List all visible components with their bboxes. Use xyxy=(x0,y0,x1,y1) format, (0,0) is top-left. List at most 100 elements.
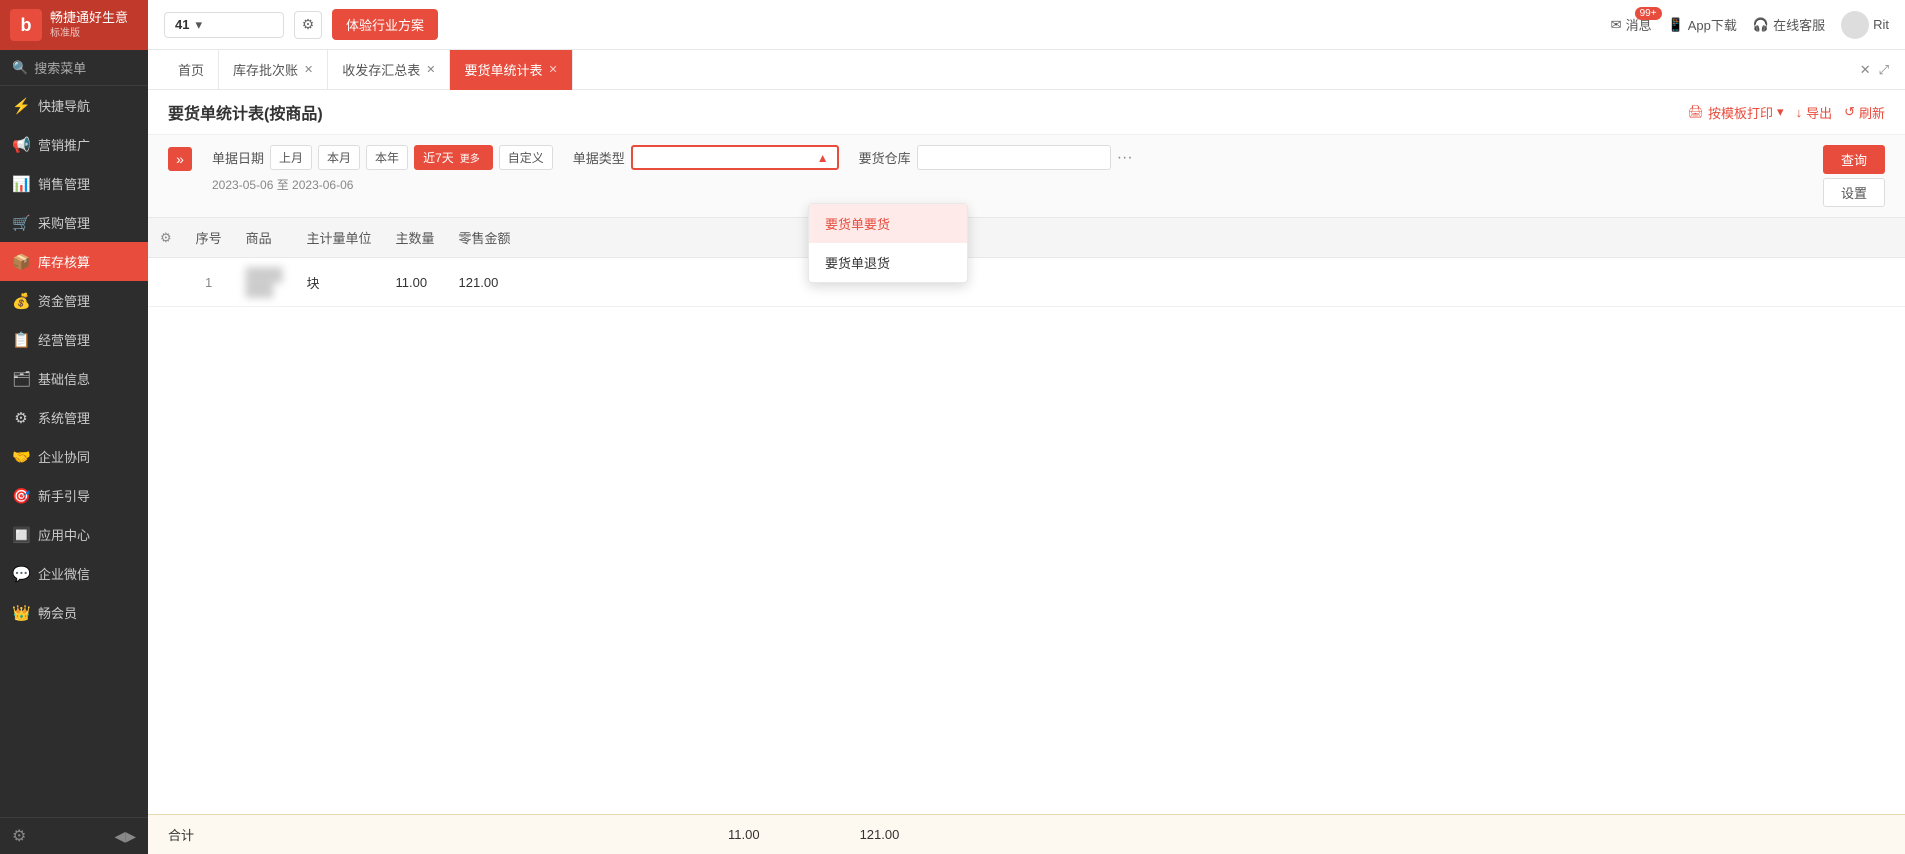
dropdown-item-order-return[interactable]: 要货单退货 xyxy=(809,243,967,282)
tab-bar: 首页 库存批次账 ✕ 收发存汇总表 ✕ 要货单统计表 ✕ ✕ ⤢ xyxy=(148,50,1905,90)
tab-batch-account[interactable]: 库存批次账 ✕ xyxy=(219,50,328,90)
tab-expand-icon[interactable]: ⤢ xyxy=(1879,62,1889,78)
cell-unit: 块 xyxy=(295,258,384,307)
search-icon: 🔍 xyxy=(12,60,28,76)
cell-quantity: 11.00 xyxy=(384,258,447,307)
nav-icon-purchase: 🛒 xyxy=(12,214,30,232)
col-seq-header: 序号 xyxy=(184,218,234,258)
header-right: ✉ 消息 99+ 📱 App下载 🎧 在线客服 Rit xyxy=(1611,11,1889,39)
col-settings-header[interactable]: ⚙ xyxy=(148,218,184,258)
nav-icon-enterprise-wechat: 💬 xyxy=(12,565,30,583)
refresh-icon: ↺ xyxy=(1844,104,1855,120)
warehouse-filter-group: 要货仓库 ··· xyxy=(859,145,1133,170)
sidebar-item-operation[interactable]: 📋经营管理 xyxy=(0,320,148,359)
type-filter-arrow-icon[interactable]: ▲ xyxy=(817,151,829,165)
type-filter-input[interactable]: ▲ xyxy=(631,145,839,170)
query-button[interactable]: 查询 xyxy=(1823,145,1885,174)
date-recent-7-button[interactable]: 近7天 更多 xyxy=(414,145,493,170)
user-avatar xyxy=(1841,11,1869,39)
sidebar-item-enterprise-wechat[interactable]: 💬企业微信 xyxy=(0,554,148,593)
warehouse-filter-input[interactable] xyxy=(917,145,1111,170)
tab-close-receivable[interactable]: ✕ xyxy=(426,63,435,76)
page-header: 要货单统计表(按商品) 🖨 按模板打印 ▾ ↓ 导出 ↺ 刷新 xyxy=(148,90,1905,135)
header-gear-button[interactable]: ⚙ xyxy=(294,11,322,39)
main-content: 41 ▾ ⚙ 体验行业方案 ✉ 消息 99+ 📱 App下载 🎧 在线客服 R xyxy=(148,0,1905,854)
date-this-year-button[interactable]: 本年 xyxy=(366,145,408,170)
sidebar-footer: ⚙ ◀▶ xyxy=(0,817,148,854)
cell-seq: 1 xyxy=(184,258,234,307)
sidebar-item-app-center[interactable]: 🔲应用中心 xyxy=(0,515,148,554)
nav-icon-app-center: 🔲 xyxy=(12,526,30,544)
trial-button[interactable]: 体验行业方案 xyxy=(332,9,438,40)
print-button[interactable]: 🖨 按模板打印 ▾ xyxy=(1688,103,1784,122)
col-quantity-header: 主数量 xyxy=(384,218,447,258)
collapse-icon[interactable]: ◀▶ xyxy=(114,828,136,845)
export-icon: ↓ xyxy=(1796,105,1803,120)
export-button[interactable]: ↓ 导出 xyxy=(1796,103,1833,122)
nav-icon-quick-nav: ⚡ xyxy=(12,97,30,115)
sidebar-item-purchase[interactable]: 🛒采购管理 xyxy=(0,203,148,242)
date-last-month-button[interactable]: 上月 xyxy=(270,145,312,170)
refresh-button[interactable]: ↺ 刷新 xyxy=(1844,103,1885,122)
filter-actions: 查询 设置 xyxy=(1823,145,1885,207)
date-filter-group: 单据日期 上月 本月 本年 近7天 更多 自定义 2023-05-06 至 20… xyxy=(212,145,553,193)
search-menu[interactable]: 🔍 搜索菜单 xyxy=(0,50,148,86)
brand-text: 畅捷通好生意 标准版 xyxy=(50,10,128,40)
messages-button[interactable]: ✉ 消息 99+ xyxy=(1611,15,1652,34)
table-row: 1 ████ ███ 块 11.00 121.00 xyxy=(148,258,1905,307)
nav-icon-operation: 📋 xyxy=(12,331,30,349)
online-service-button[interactable]: 🎧 在线客服 xyxy=(1753,15,1825,34)
print-icon: 🖨 xyxy=(1688,104,1705,120)
nav-icon-basic: 🗂 xyxy=(12,370,30,388)
nav-icon-enterprise: 🤝 xyxy=(12,448,30,466)
page-title: 要货单统计表(按商品) xyxy=(168,100,323,124)
nav-icon-finance: 💰 xyxy=(12,292,30,310)
date-this-month-button[interactable]: 本月 xyxy=(318,145,360,170)
table-footer: 合计 11.00 121.00 xyxy=(148,814,1905,854)
type-dropdown: 要货单要货 要货单退货 xyxy=(808,203,968,283)
total-label: 合计 xyxy=(168,825,228,844)
sidebar-item-basic[interactable]: 🗂基础信息 xyxy=(0,359,148,398)
tab-receivable-summary[interactable]: 收发存汇总表 ✕ xyxy=(328,50,450,90)
col-goods-header: 商品 xyxy=(234,218,295,258)
date-custom-button[interactable]: 自定义 xyxy=(499,145,553,170)
sidebar-item-sales[interactable]: 📊销售管理 xyxy=(0,164,148,203)
nav-icon-guide: 🎯 xyxy=(12,487,30,505)
total-quantity: 11.00 xyxy=(728,827,760,842)
sidebar-item-quick-nav[interactable]: ⚡快捷导航 xyxy=(0,86,148,125)
dropdown-item-order-goods[interactable]: 要货单要货 xyxy=(809,204,967,243)
nav-icon-sales: 📊 xyxy=(12,175,30,193)
tab-actions: ✕ ⤢ xyxy=(1860,62,1889,78)
messages-icon: ✉ xyxy=(1611,17,1622,33)
data-table-container: ⚙ 序号 商品 主计量单位 主数量 零售金额 1 ████ ███ xyxy=(148,218,1905,814)
type-filter-text-input[interactable] xyxy=(641,150,817,165)
store-selector[interactable]: 41 ▾ xyxy=(164,12,284,38)
settings-icon[interactable]: ⚙ xyxy=(12,826,26,846)
nav-icon-inventory: 📦 xyxy=(12,253,30,271)
dropdown-arrow-icon: ▾ xyxy=(195,17,202,33)
nav-icon-member: 👑 xyxy=(12,604,30,622)
filter-expand-button[interactable]: » xyxy=(168,147,192,171)
cell-goods: ████ ███ xyxy=(234,258,295,307)
tab-close-order[interactable]: ✕ xyxy=(549,63,558,76)
sidebar-item-finance[interactable]: 💰资金管理 xyxy=(0,281,148,320)
sidebar-item-guide[interactable]: 🎯新手引导 xyxy=(0,476,148,515)
sidebar-item-inventory[interactable]: 📦库存核算 xyxy=(0,242,148,281)
tab-order-summary[interactable]: 要货单统计表 ✕ xyxy=(450,50,572,90)
warehouse-more-icon[interactable]: ··· xyxy=(1117,149,1133,167)
tab-home[interactable]: 首页 xyxy=(164,50,219,90)
brand-logo: b xyxy=(10,9,42,41)
sidebar-item-marketing[interactable]: 📢营销推广 xyxy=(0,125,148,164)
sidebar-item-system[interactable]: ⚙系统管理 xyxy=(0,398,148,437)
sidebar-item-enterprise[interactable]: 🤝企业协同 xyxy=(0,437,148,476)
date-filter-row: 单据日期 上月 本月 本年 近7天 更多 自定义 xyxy=(212,145,553,170)
app-download-button[interactable]: 📱 App下载 xyxy=(1668,15,1737,34)
filter-settings-button[interactable]: 设置 xyxy=(1823,178,1885,207)
tab-close-all-icon[interactable]: ✕ xyxy=(1860,62,1871,78)
sidebar-item-member[interactable]: 👑畅会员 xyxy=(0,593,148,632)
total-amount: 121.00 xyxy=(860,827,900,842)
headset-icon: 🎧 xyxy=(1753,17,1769,33)
cell-settings xyxy=(148,258,184,307)
user-profile[interactable]: Rit xyxy=(1841,11,1889,39)
tab-close-batch[interactable]: ✕ xyxy=(304,63,313,76)
